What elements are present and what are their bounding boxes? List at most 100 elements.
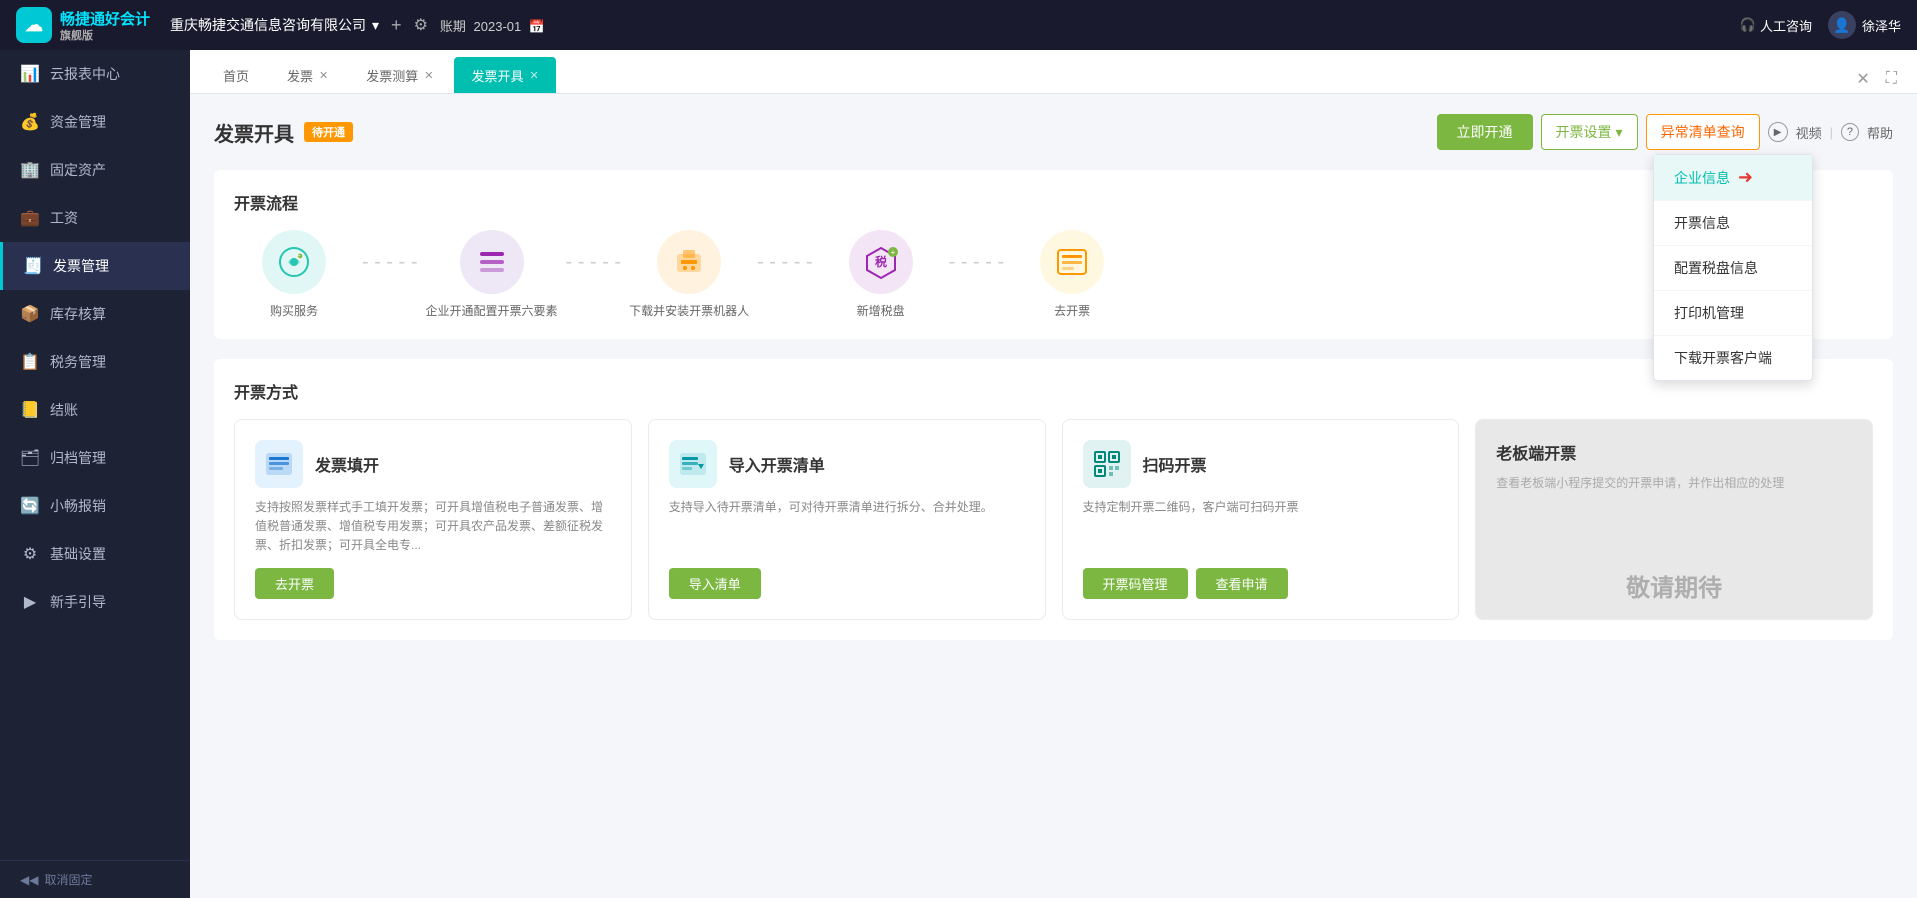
dropdown-tax-config-label: 配置税盘信息 xyxy=(1674,260,1758,276)
settings-sidebar-icon: ⚙ xyxy=(20,544,40,564)
user-btn[interactable]: 👤 徐泽华 xyxy=(1828,11,1901,39)
tab-home[interactable]: 首页 xyxy=(206,57,266,93)
company-dropdown-icon[interactable]: ▾ xyxy=(372,17,379,34)
flow-step-5-label: 去开票 xyxy=(1054,302,1090,319)
sidebar-item-archive[interactable]: 🗂 归档管理 xyxy=(0,434,190,482)
top-bar: ☁ 畅捷通好会计 旗舰版 重庆畅捷交通信息咨询有限公司 ▾ + ⚙ 账期 202… xyxy=(0,0,1917,50)
logo-area: ☁ 畅捷通好会计 旗舰版 xyxy=(16,7,150,43)
company-name: 重庆畅捷交通信息咨询有限公司 xyxy=(170,15,366,35)
exception-btn[interactable]: 异常清单查询 xyxy=(1646,114,1760,150)
flow-step-4: 税+ 新增税盘 xyxy=(821,230,941,319)
sidebar-item-cloud-report[interactable]: 📊 云报表中心 xyxy=(0,50,190,98)
sidebar-item-guide[interactable]: ▶ 新手引导 xyxy=(0,578,190,626)
page-title-area: 发票开具 待开通 xyxy=(214,118,353,147)
sidebar-item-salary[interactable]: 💼 工资 xyxy=(0,194,190,242)
method-import-header: 导入开票清单 xyxy=(669,440,1025,488)
sidebar-item-report[interactable]: 🔄 小畅报销 xyxy=(0,482,190,530)
method-fill-icon xyxy=(255,440,303,488)
svg-text:+: + xyxy=(297,254,301,260)
collapse-label: 取消固定 xyxy=(44,871,92,888)
user-name: 徐泽华 xyxy=(1862,16,1901,35)
coming-soon-overlay: 敬请期待 xyxy=(1476,568,1872,603)
tab-close-btn[interactable]: ✕ xyxy=(1852,65,1873,93)
settings-icon[interactable]: ⚙ xyxy=(414,15,428,35)
activate-btn[interactable]: 立即开通 xyxy=(1437,114,1533,150)
tab-home-label: 首页 xyxy=(223,66,249,85)
sidebar-item-account[interactable]: 📒 结账 xyxy=(0,386,190,434)
video-play-icon[interactable]: ▶ xyxy=(1768,122,1788,142)
dropdown-item-download[interactable]: 下载开票客户端 xyxy=(1654,336,1812,380)
tab-actions: ✕ ⛶ xyxy=(1852,65,1901,93)
dropdown-item-printer[interactable]: 打印机管理 xyxy=(1654,291,1812,336)
tab-estimate-label: 发票测算 xyxy=(366,66,418,85)
fixed-asset-icon: 🏢 xyxy=(20,160,40,180)
headset-icon: 🎧 xyxy=(1740,17,1756,33)
fund-icon: 💰 xyxy=(20,112,40,132)
inventory-icon: 📦 xyxy=(20,304,40,324)
tab-estimate-close[interactable]: ✕ xyxy=(424,69,433,82)
page-header: 发票开具 待开通 立即开通 开票设置 ▾ 异常清单查询 ▶ 视频 xyxy=(214,114,1893,150)
method-fill-header: 发票填开 xyxy=(255,440,611,488)
method-fill-title: 发票填开 xyxy=(315,452,379,476)
logo-info: 畅捷通好会计 旗舰版 xyxy=(60,8,150,43)
cloud-report-icon: 📊 xyxy=(20,64,40,84)
logo-text: 畅捷通好会计 xyxy=(60,8,150,29)
dropdown-item-tax-config[interactable]: 配置税盘信息 xyxy=(1654,246,1812,291)
sidebar-item-fixed-asset[interactable]: 🏢 固定资产 xyxy=(0,146,190,194)
sidebar-item-settings[interactable]: ⚙ 基础设置 xyxy=(0,530,190,578)
flow-step-4-icon: 税+ xyxy=(849,230,913,294)
video-label[interactable]: 视频 xyxy=(1796,123,1822,142)
tab-estimate[interactable]: 发票测算 ✕ xyxy=(349,57,450,93)
settings-btn[interactable]: 开票设置 ▾ xyxy=(1541,114,1638,150)
video-help: ▶ 视频 | ? 帮助 xyxy=(1768,122,1893,142)
sidebar-label-invoice: 发票管理 xyxy=(53,256,109,276)
flow-step-2: 企业开通配置开票六要素 xyxy=(426,230,558,319)
top-bar-center: 重庆畅捷交通信息咨询有限公司 ▾ + ⚙ 账期 2023-01 📅 xyxy=(150,15,1740,36)
support-btn[interactable]: 🎧 人工咨询 xyxy=(1740,16,1812,35)
tab-fullscreen-btn[interactable]: ⛶ xyxy=(1882,66,1901,92)
collapse-arrow-icon: ◀◀ xyxy=(20,873,38,887)
svg-text:税: 税 xyxy=(875,254,887,269)
archive-icon: 🗂 xyxy=(20,448,40,468)
help-icon[interactable]: ? xyxy=(1841,123,1859,141)
flow-section: 开票流程 + 购买服务 - - - - - xyxy=(214,170,1893,339)
tab-issue[interactable]: 发票开具 ✕ xyxy=(454,57,555,93)
method-card-import: 导入开票清单 支持导入待开票清单，可对待开票清单进行拆分、合并处理。 导入清单 xyxy=(648,419,1046,620)
method-boss-title: 老板端开票 xyxy=(1496,440,1576,464)
tab-issue-close[interactable]: ✕ xyxy=(530,69,539,82)
flow-arrow-1: - - - - - xyxy=(354,251,426,274)
flow-step-5-icon xyxy=(1040,230,1104,294)
method-section: 开票方式 发票填开 支持按照发票样式手工填开发票；可开具增值税电子普通发票、增值… xyxy=(214,359,1893,640)
top-bar-left: ☁ 畅捷通好会计 旗舰版 xyxy=(16,7,150,43)
tab-invoice-close[interactable]: ✕ xyxy=(319,69,328,82)
page-title: 发票开具 xyxy=(214,118,294,147)
tax-icon: 📋 xyxy=(20,352,40,372)
sidebar-item-invoice[interactable]: 🧾 发票管理 xyxy=(0,242,190,290)
method-section-title: 开票方式 xyxy=(234,379,1873,403)
company-selector[interactable]: 重庆畅捷交通信息咨询有限公司 ▾ xyxy=(170,15,379,35)
salary-icon: 💼 xyxy=(20,208,40,228)
dropdown-item-company[interactable]: 企业信息 ➜ xyxy=(1654,155,1812,201)
qrcode-manage-btn[interactable]: 开票码管理 xyxy=(1083,568,1188,599)
sidebar-item-tax[interactable]: 📋 税务管理 xyxy=(0,338,190,386)
sidebar-item-fund[interactable]: 💰 资金管理 xyxy=(0,98,190,146)
flow-step-1-icon: + xyxy=(262,230,326,294)
dropdown-item-invoice-info[interactable]: 开票信息 xyxy=(1654,201,1812,246)
tab-invoice[interactable]: 发票 ✕ xyxy=(270,57,345,93)
method-import-desc: 支持导入待开票清单，可对待开票清单进行拆分、合并处理。 xyxy=(669,498,1025,556)
help-label[interactable]: 帮助 xyxy=(1867,123,1893,142)
view-apply-btn[interactable]: 查看申请 xyxy=(1196,568,1288,599)
import-list-btn[interactable]: 导入清单 xyxy=(669,568,761,599)
fill-invoice-btn[interactable]: 去开票 xyxy=(255,568,334,599)
method-card-scan: 扫码开票 支持定制开票二维码，客户端可扫码开票 开票码管理 查看申请 xyxy=(1062,419,1460,620)
sidebar-label-inventory: 库存核算 xyxy=(50,304,106,324)
add-company-btn[interactable]: + xyxy=(391,15,402,36)
top-bar-right: 🎧 人工咨询 👤 徐泽华 xyxy=(1740,11,1901,39)
avatar: 👤 xyxy=(1828,11,1856,39)
flow-step-1: + 购买服务 xyxy=(234,230,354,319)
method-import-btn-area: 导入清单 xyxy=(669,568,761,599)
sidebar-collapse-btn[interactable]: ◀◀ 取消固定 xyxy=(0,860,190,898)
method-scan-icon xyxy=(1083,440,1131,488)
flow-step-1-label: 购买服务 xyxy=(270,302,318,319)
sidebar-item-inventory[interactable]: 📦 库存核算 xyxy=(0,290,190,338)
